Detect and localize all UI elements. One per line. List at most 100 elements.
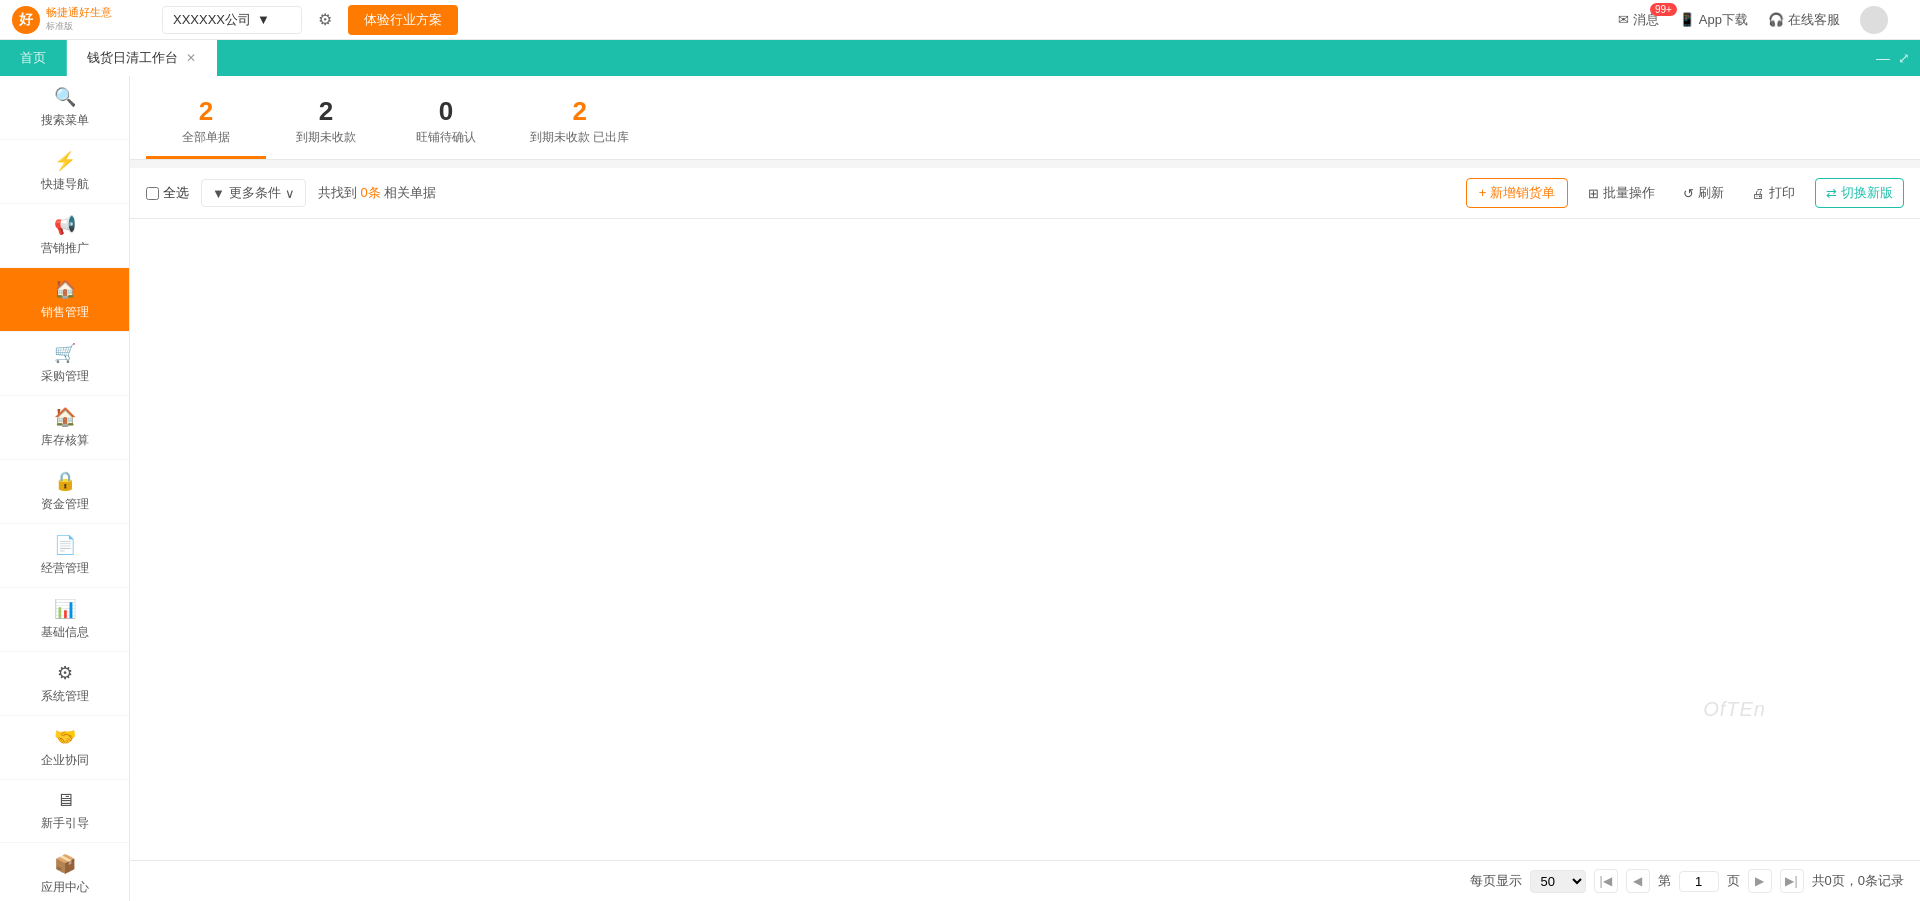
sidebar-operations-label: 经营管理 [41, 560, 89, 577]
page-number-input[interactable] [1679, 871, 1719, 892]
refresh-icon: ↺ [1683, 186, 1694, 201]
sidebar-item-operations[interactable]: 📄 经营管理 [0, 524, 129, 588]
enterprise-icon: 🤝 [54, 726, 76, 748]
finance-icon: 🔒 [54, 470, 76, 492]
main-layout: 🔍 搜索菜单 ⚡ 快捷导航 📢 营销推广 🏠 销售管理 🛒 采购管理 🏠 库存核… [0, 76, 1920, 901]
table-area [130, 219, 1920, 860]
add-order-button[interactable]: + 新增销货单 [1466, 178, 1568, 208]
refresh-label: 刷新 [1698, 184, 1724, 202]
quick-nav-icon: ⚡ [54, 150, 76, 172]
card-shipped-overdue[interactable]: 2 到期未收款 已出库 [506, 88, 653, 159]
top-right-area: ✉ 消息 99+ 📱 App下载 🎧 在线客服 [1618, 6, 1908, 34]
nav-tabs: 首页 钱货日清工作台 ✕ — ⤢ [0, 40, 1920, 76]
company-name: XXXXXX公司 [173, 11, 251, 29]
switch-version-button[interactable]: ⇄ 切换新版 [1815, 178, 1904, 208]
guide-icon: 🖥 [56, 790, 74, 811]
toolbar: 全选 ▼ 更多条件 ∨ 共找到 0条 相关单据 + 新增销货单 ⊞ 批量操作 ↺ [130, 168, 1920, 219]
sidebar-item-base-info[interactable]: 📊 基础信息 [0, 588, 129, 652]
top-bar: 好 畅捷通好生意 标准版 XXXXXX公司 ▼ ⚙ 体验行业方案 ✉ 消息 99… [0, 0, 1920, 40]
card-overdue-receivable[interactable]: 2 到期未收款 [266, 88, 386, 159]
filter-button[interactable]: ▼ 更多条件 ∨ [201, 179, 306, 207]
next-page-button[interactable]: ▶ [1748, 869, 1772, 893]
message-button[interactable]: ✉ 消息 99+ [1618, 11, 1659, 29]
logo-area: 好 畅捷通好生意 标准版 [12, 6, 142, 34]
prev-page-button[interactable]: ◀ [1626, 869, 1650, 893]
sidebar-system-label: 系统管理 [41, 688, 89, 705]
card-all-orders[interactable]: 2 全部单据 [146, 88, 266, 159]
tab-home[interactable]: 首页 [0, 40, 67, 76]
sidebar-baseinfo-label: 基础信息 [41, 624, 89, 641]
page-size-select[interactable]: 50 10 20 100 [1530, 870, 1586, 893]
sidebar-item-sales[interactable]: 🏠 销售管理 [0, 268, 129, 332]
batch-icon: ⊞ [1588, 186, 1599, 201]
tab-home-label: 首页 [20, 49, 46, 67]
search-icon: 🔍 [54, 86, 76, 108]
sidebar-search-label: 搜索菜单 [41, 112, 89, 129]
app-download-label: App下载 [1699, 11, 1748, 29]
sidebar-purchase-label: 采购管理 [41, 368, 89, 385]
sidebar-item-enterprise[interactable]: 🤝 企业协同 [0, 716, 129, 780]
batch-operation-button[interactable]: ⊞ 批量操作 [1580, 179, 1663, 207]
card-shipped-label: 到期未收款 已出库 [530, 129, 629, 146]
tab-close-icon[interactable]: ✕ [186, 51, 196, 65]
sidebar-item-inventory[interactable]: 🏠 库存核算 [0, 396, 129, 460]
found-prefix: 共找到 [318, 185, 357, 200]
select-all-label: 全选 [163, 184, 189, 202]
sidebar-item-quick-nav[interactable]: ⚡ 快捷导航 [0, 140, 129, 204]
first-page-button[interactable]: |◀ [1594, 869, 1618, 893]
refresh-button[interactable]: ↺ 刷新 [1675, 179, 1732, 207]
sidebar-enterprise-label: 企业协同 [41, 752, 89, 769]
sales-icon: 🏠 [54, 278, 76, 300]
card-pending-confirm[interactable]: 0 旺铺待确认 [386, 88, 506, 159]
sidebar-item-guide[interactable]: 🖥 新手引导 [0, 780, 129, 843]
select-all-checkbox[interactable] [146, 187, 159, 200]
sidebar-item-marketing[interactable]: 📢 营销推广 [0, 204, 129, 268]
minimize-icon[interactable]: — [1876, 50, 1890, 66]
system-icon: ⚙ [57, 662, 73, 684]
sidebar-item-app-center[interactable]: 📦 应用中心 [0, 843, 129, 901]
sidebar: 🔍 搜索菜单 ⚡ 快捷导航 📢 营销推广 🏠 销售管理 🛒 采购管理 🏠 库存核… [0, 76, 130, 901]
sidebar-guide-label: 新手引导 [41, 815, 89, 832]
toolbar-right: + 新增销货单 ⊞ 批量操作 ↺ 刷新 🖨 打印 ⇄ 切换新版 [1466, 178, 1904, 208]
card-all-num: 2 [170, 96, 242, 127]
print-label: 打印 [1769, 184, 1795, 202]
last-page-button[interactable]: ▶| [1780, 869, 1804, 893]
purchase-icon: 🛒 [54, 342, 76, 364]
sidebar-item-system[interactable]: ⚙ 系统管理 [0, 652, 129, 716]
tab-workbench-label: 钱货日清工作台 [87, 49, 178, 67]
company-selector[interactable]: XXXXXX公司 ▼ [162, 6, 302, 34]
sidebar-item-search[interactable]: 🔍 搜索菜单 [0, 76, 129, 140]
online-service-button[interactable]: 🎧 在线客服 [1768, 11, 1840, 29]
card-overdue-label: 到期未收款 [290, 129, 362, 146]
select-all-checkbox-area[interactable]: 全选 [146, 184, 189, 202]
base-info-icon: 📊 [54, 598, 76, 620]
tab-workbench[interactable]: 钱货日清工作台 ✕ [67, 40, 217, 76]
sidebar-item-purchase[interactable]: 🛒 采购管理 [0, 332, 129, 396]
message-icon: ✉ [1618, 12, 1629, 27]
logo-icon: 好 [12, 6, 40, 34]
online-service-label: 在线客服 [1788, 11, 1840, 29]
sidebar-quicknav-label: 快捷导航 [41, 176, 89, 193]
pagination-bar: 每页显示 50 10 20 100 |◀ ◀ 第 页 ▶ ▶| 共0页，0条记录 [130, 860, 1920, 901]
batch-label: 批量操作 [1603, 184, 1655, 202]
app-download-icon: 📱 [1679, 12, 1695, 27]
marketing-icon: 📢 [54, 214, 76, 236]
maximize-icon[interactable]: ⤢ [1898, 50, 1910, 66]
card-all-label: 全部单据 [170, 129, 242, 146]
avatar[interactable] [1860, 6, 1888, 34]
found-suffix: 相关单据 [384, 185, 436, 200]
app-download-button[interactable]: 📱 App下载 [1679, 11, 1748, 29]
sidebar-item-finance[interactable]: 🔒 资金管理 [0, 460, 129, 524]
switch-icon: ⇄ [1826, 186, 1837, 201]
inventory-icon: 🏠 [54, 406, 76, 428]
operations-icon: 📄 [54, 534, 76, 556]
chevron-filter-icon: ∨ [285, 186, 295, 201]
settings-icon[interactable]: ⚙ [310, 5, 340, 35]
page-label-prefix: 第 [1658, 872, 1671, 890]
print-button[interactable]: 🖨 打印 [1744, 179, 1803, 207]
summary-cards: 2 全部单据 2 到期未收款 0 旺铺待确认 2 到期未收款 已出库 [130, 76, 1920, 160]
logo-badge: 标准版 [46, 20, 112, 33]
trial-button[interactable]: 体验行业方案 [348, 5, 458, 35]
print-icon: 🖨 [1752, 186, 1765, 201]
filter-label: 更多条件 [229, 184, 281, 202]
